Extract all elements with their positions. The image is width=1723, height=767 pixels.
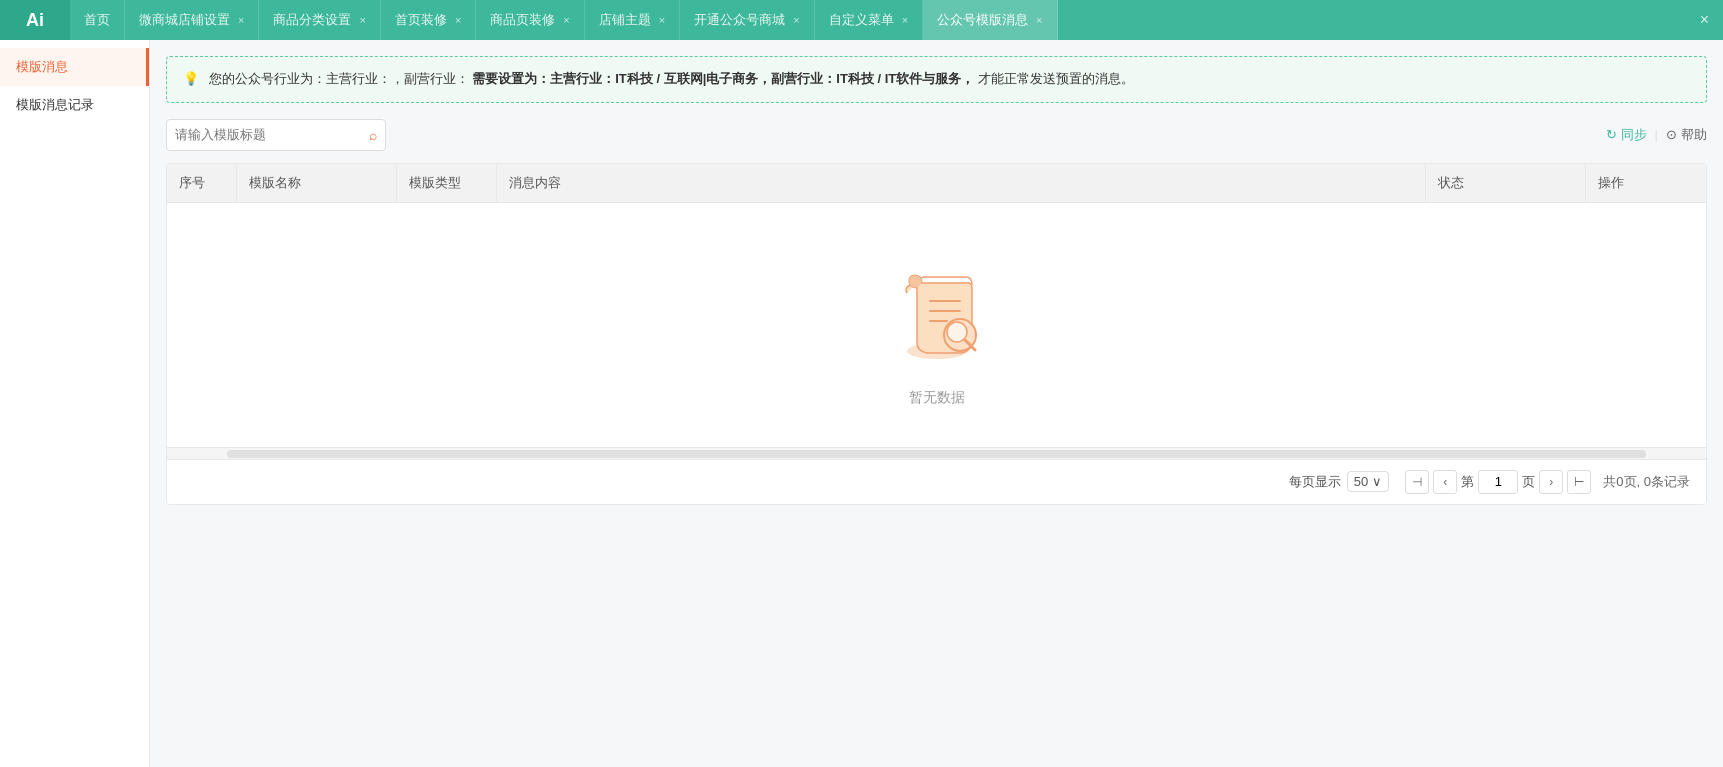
nav-tab-close-自定义菜单[interactable]: × <box>902 14 908 26</box>
nav-tab-close-首页装修[interactable]: × <box>455 14 461 26</box>
last-page-button[interactable]: ⊢ <box>1567 470 1591 494</box>
page-label-after: 页 <box>1522 473 1535 491</box>
sidebar: 模版消息模版消息记录 <box>0 40 150 767</box>
pagination: 每页显示 50 ∨ ⊣ ‹ 第 页 › ⊢ 共0页, 0条记录 <box>167 459 1706 504</box>
notice-text-before: 您的公众号行业为：主营行业：，副营行业： <box>209 71 469 86</box>
data-table: 序号 模版名称 模版类型 消息内容 状态 操作 <box>166 163 1707 505</box>
col-status: 状态 <box>1426 164 1586 202</box>
page-size-dropdown[interactable]: 50 ∨ <box>1347 471 1389 492</box>
nav-tab-公众号模版消息[interactable]: 公众号模版消息× <box>923 0 1057 40</box>
search-icon[interactable]: ⌕ <box>369 127 377 143</box>
notice-text-after: 才能正常发送预置的消息。 <box>978 71 1134 86</box>
nav-tab-微商城店铺设置[interactable]: 微商城店铺设置× <box>125 0 259 40</box>
empty-state: 暂无数据 <box>167 203 1706 447</box>
first-page-button[interactable]: ⊣ <box>1405 470 1429 494</box>
col-type: 模版类型 <box>397 164 497 202</box>
nav-tab-自定义菜单[interactable]: 自定义菜单× <box>815 0 923 40</box>
prev-page-button[interactable]: ‹ <box>1433 470 1457 494</box>
next-page-button[interactable]: › <box>1539 470 1563 494</box>
horizontal-scrollbar[interactable] <box>167 447 1706 459</box>
page-size-value: 50 <box>1354 474 1368 489</box>
search-input[interactable] <box>175 127 369 142</box>
page-label-before: 第 <box>1461 473 1474 491</box>
col-name: 模版名称 <box>237 164 397 202</box>
content-area: 💡 您的公众号行业为：主营行业：，副营行业： 需要设置为：主营行业：IT科技 /… <box>150 40 1723 767</box>
nav-tab-close-商品分类设置[interactable]: × <box>359 14 365 26</box>
col-index: 序号 <box>167 164 237 202</box>
page-navigation: ⊣ ‹ 第 页 › ⊢ 共0页, 0条记录 <box>1405 470 1690 494</box>
notice-highlight: 需要设置为：主营行业：IT科技 / 互联网|电子商务，副营行业：IT科技 / I… <box>472 71 974 86</box>
sync-icon: ↻ <box>1606 127 1617 142</box>
divider: | <box>1655 127 1658 142</box>
page-summary: 共0页, 0条记录 <box>1603 473 1690 491</box>
brand-logo: Ai <box>0 0 70 40</box>
dropdown-icon: ∨ <box>1372 474 1382 489</box>
empty-state-icon <box>882 263 992 373</box>
help-button[interactable]: ⊙ 帮助 <box>1666 126 1707 144</box>
nav-tab-开通公众号商城[interactable]: 开通公众号商城× <box>680 0 814 40</box>
nav-tab-close-公众号模版消息[interactable]: × <box>1036 14 1042 26</box>
search-bar: ⌕ ↻ 同步 | ⊙ 帮助 <box>166 119 1707 151</box>
notice-bar: 💡 您的公众号行业为：主营行业：，副营行业： 需要设置为：主营行业：IT科技 /… <box>166 56 1707 103</box>
sync-label: 同步 <box>1621 126 1647 144</box>
nav-tab-close-店铺主题[interactable]: × <box>659 14 665 26</box>
nav-tab-close-微商城店铺设置[interactable]: × <box>238 14 244 26</box>
sync-button[interactable]: ↻ 同步 <box>1606 126 1647 144</box>
nav-tab-close-开通公众号商城[interactable]: × <box>793 14 799 26</box>
main-layout: 模版消息模版消息记录 💡 您的公众号行业为：主营行业：，副营行业： 需要设置为：… <box>0 40 1723 767</box>
page-size-label: 每页显示 <box>1289 473 1341 491</box>
top-nav: Ai 首页微商城店铺设置×商品分类设置×首页装修×商品页装修×店铺主题×开通公众… <box>0 0 1723 40</box>
table-header: 序号 模版名称 模版类型 消息内容 状态 操作 <box>167 164 1706 203</box>
nav-tab-商品分类设置[interactable]: 商品分类设置× <box>259 0 380 40</box>
nav-tab-close-商品页装修[interactable]: × <box>563 14 569 26</box>
nav-tab-商品页装修[interactable]: 商品页装修× <box>476 0 584 40</box>
empty-text: 暂无数据 <box>909 389 965 407</box>
help-label: 帮助 <box>1681 126 1707 144</box>
page-size-select: 每页显示 50 ∨ <box>1289 471 1389 492</box>
nav-tab-首页[interactable]: 首页 <box>70 0 125 40</box>
col-content: 消息内容 <box>497 164 1426 202</box>
current-page-input[interactable] <box>1478 470 1518 494</box>
sidebar-item-模版消息[interactable]: 模版消息 <box>0 48 149 86</box>
search-actions: ↻ 同步 | ⊙ 帮助 <box>1606 126 1707 144</box>
close-all-button[interactable]: × <box>1686 0 1723 40</box>
col-action: 操作 <box>1586 164 1706 202</box>
nav-tab-店铺主题[interactable]: 店铺主题× <box>585 0 680 40</box>
nav-tabs: 首页微商城店铺设置×商品分类设置×首页装修×商品页装修×店铺主题×开通公众号商城… <box>70 0 1686 40</box>
notice-icon: 💡 <box>183 71 199 86</box>
sidebar-item-模版消息记录[interactable]: 模版消息记录 <box>0 86 149 124</box>
search-input-wrap[interactable]: ⌕ <box>166 119 386 151</box>
nav-tab-首页装修[interactable]: 首页装修× <box>381 0 476 40</box>
help-icon: ⊙ <box>1666 127 1677 142</box>
scrollbar-track <box>227 450 1646 458</box>
